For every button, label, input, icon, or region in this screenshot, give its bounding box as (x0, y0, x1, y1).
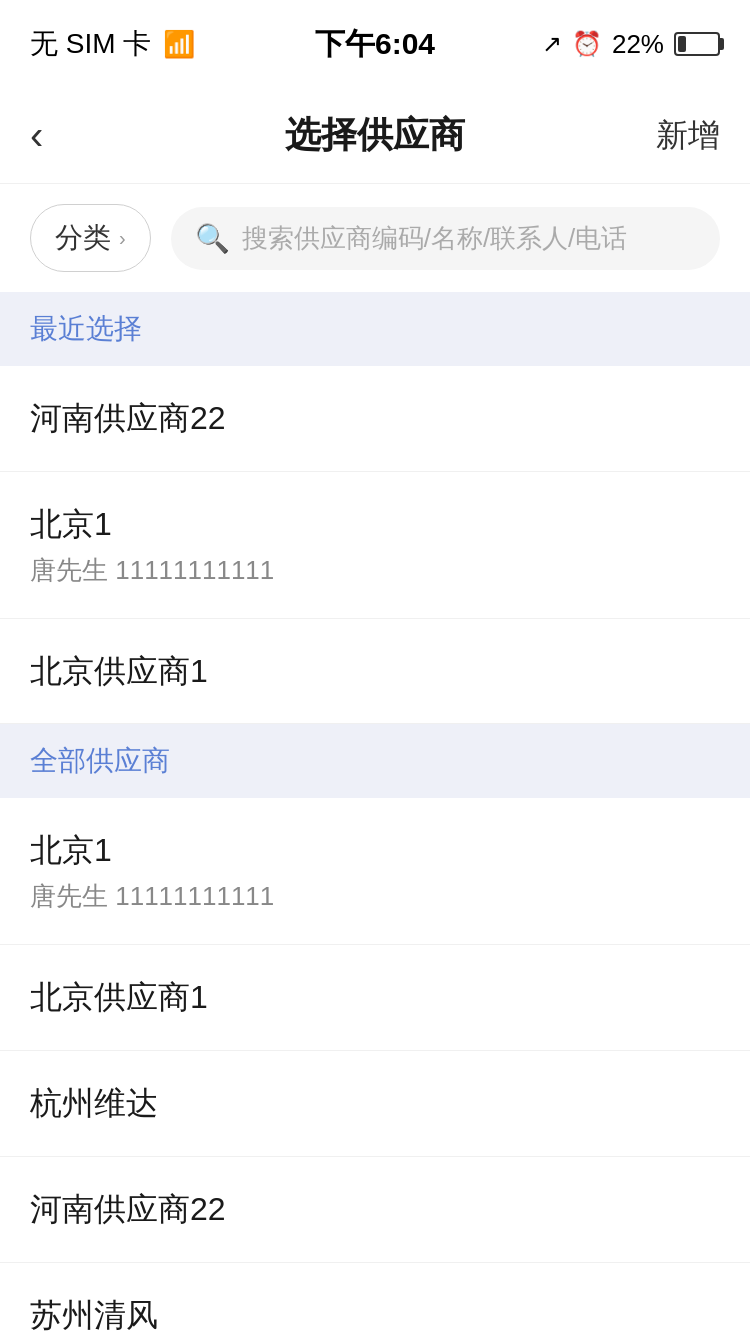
list-item[interactable]: 苏州清风 (0, 1263, 750, 1334)
list-item[interactable]: 河南供应商22 (0, 1157, 750, 1263)
search-icon: 🔍 (195, 222, 230, 255)
list-item[interactable]: 北京1 唐先生 11111111111 (0, 472, 750, 619)
status-right: ↗ ⏰ 22% (542, 29, 720, 60)
status-bar: 无 SIM 卡 📶 下午6:04 ↗ ⏰ 22% (0, 0, 750, 88)
wifi-icon: 📶 (163, 29, 195, 60)
list-item[interactable]: 杭州维达 (0, 1051, 750, 1157)
list-item[interactable]: 北京供应商1 (0, 945, 750, 1051)
item-detail: 唐先生 11111111111 (30, 553, 720, 588)
item-name: 河南供应商22 (30, 1187, 720, 1232)
add-button[interactable]: 新增 (640, 114, 720, 158)
list-item[interactable]: 北京供应商1 (0, 619, 750, 725)
battery-percentage: 22% (612, 29, 664, 60)
search-placeholder: 搜索供应商编码/名称/联系人/电话 (242, 221, 628, 256)
item-name: 北京1 (30, 828, 720, 873)
search-input[interactable]: 🔍 搜索供应商编码/名称/联系人/电话 (171, 207, 720, 270)
location-icon: ↗ (542, 30, 562, 58)
item-name: 北京1 (30, 502, 720, 547)
list-item[interactable]: 北京1 唐先生 11111111111 (0, 798, 750, 945)
item-name: 杭州维达 (30, 1081, 720, 1126)
filter-bar: 分类 › 🔍 搜索供应商编码/名称/联系人/电话 (0, 184, 750, 292)
item-name: 苏州清风 (30, 1293, 720, 1334)
category-label: 分类 (55, 219, 111, 257)
list-item[interactable]: 河南供应商22 (0, 366, 750, 472)
status-time: 下午6:04 (315, 24, 435, 65)
nav-bar: ‹ 选择供应商 新增 (0, 88, 750, 184)
item-name: 北京供应商1 (30, 975, 720, 1020)
all-section-header: 全部供应商 (0, 724, 750, 798)
alarm-icon: ⏰ (572, 30, 602, 58)
category-button[interactable]: 分类 › (30, 204, 151, 272)
item-name: 北京供应商1 (30, 649, 720, 694)
all-list: 北京1 唐先生 11111111111 北京供应商1 杭州维达河南供应商22 苏州清风 (0, 798, 750, 1334)
battery-icon (674, 32, 720, 56)
recent-list: 河南供应商22 北京1 唐先生 11111111111 北京供应商1 (0, 366, 750, 724)
item-detail: 唐先生 11111111111 (30, 879, 720, 914)
page-title: 选择供应商 (110, 111, 640, 160)
recent-section-header: 最近选择 (0, 292, 750, 366)
status-carrier: 无 SIM 卡 📶 (30, 25, 195, 63)
chevron-icon: › (119, 227, 126, 250)
item-name: 河南供应商22 (30, 396, 720, 441)
back-button[interactable]: ‹ (30, 113, 110, 158)
